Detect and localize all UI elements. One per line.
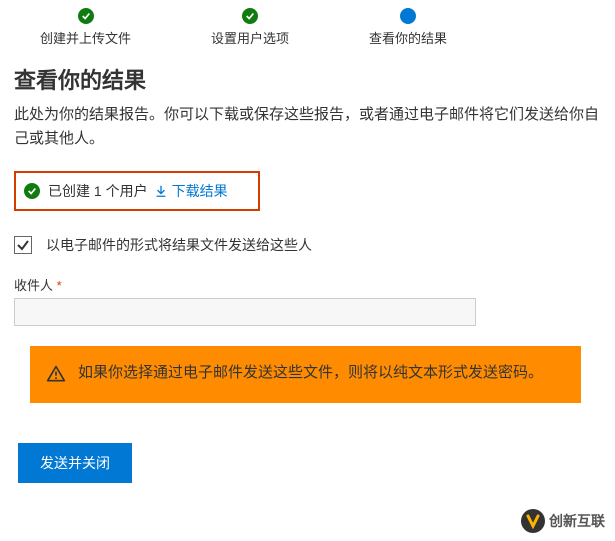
step-label: 创建并上传文件 [40, 28, 131, 47]
step-label: 设置用户选项 [211, 28, 289, 47]
email-option-label: 以电子邮件的形式将结果文件发送给这些人 [46, 235, 312, 255]
step-user-options: 设置用户选项 [211, 8, 289, 47]
warning-text: 如果你选择通过电子邮件发送这些文件，则将以纯文本形式发送密码。 [78, 362, 543, 387]
email-option-row: 以电子邮件的形式将结果文件发送给这些人 [14, 235, 601, 255]
warning-box: 如果你选择通过电子邮件发送这些文件，则将以纯文本形式发送密码。 [30, 346, 581, 403]
step-view-results: 查看你的结果 [369, 8, 447, 47]
check-icon [78, 8, 94, 24]
download-label: 下载结果 [172, 181, 228, 201]
page-title: 查看你的结果 [14, 63, 601, 95]
result-summary-box: 已创建 1 个用户 下载结果 [14, 171, 260, 211]
step-label: 查看你的结果 [369, 28, 447, 47]
created-users-text: 已创建 1 个用户 [48, 181, 148, 201]
email-option-checkbox[interactable] [14, 236, 32, 254]
page-description: 此处为你的结果报告。你可以下载或保存这些报告，或者通过电子邮件将它们发送给你自己… [14, 103, 601, 151]
download-results-link[interactable]: 下载结果 [154, 181, 228, 201]
wizard-stepper: 创建并上传文件 设置用户选项 查看你的结果 [0, 0, 615, 63]
watermark-text: 创新互联 [549, 511, 605, 531]
watermark-logo-icon [521, 509, 545, 533]
warning-icon [46, 364, 66, 387]
watermark: 创新互联 [521, 509, 605, 533]
required-marker: * [57, 278, 62, 293]
send-and-close-button[interactable]: 发送并关闭 [18, 443, 132, 483]
current-step-icon [400, 8, 416, 24]
download-icon [154, 184, 168, 198]
step-create-upload: 创建并上传文件 [40, 8, 131, 47]
check-icon [16, 238, 30, 252]
recipient-input[interactable] [14, 298, 476, 326]
check-icon [24, 183, 40, 199]
check-icon [242, 8, 258, 24]
recipient-label: 收件人 * [14, 275, 601, 294]
